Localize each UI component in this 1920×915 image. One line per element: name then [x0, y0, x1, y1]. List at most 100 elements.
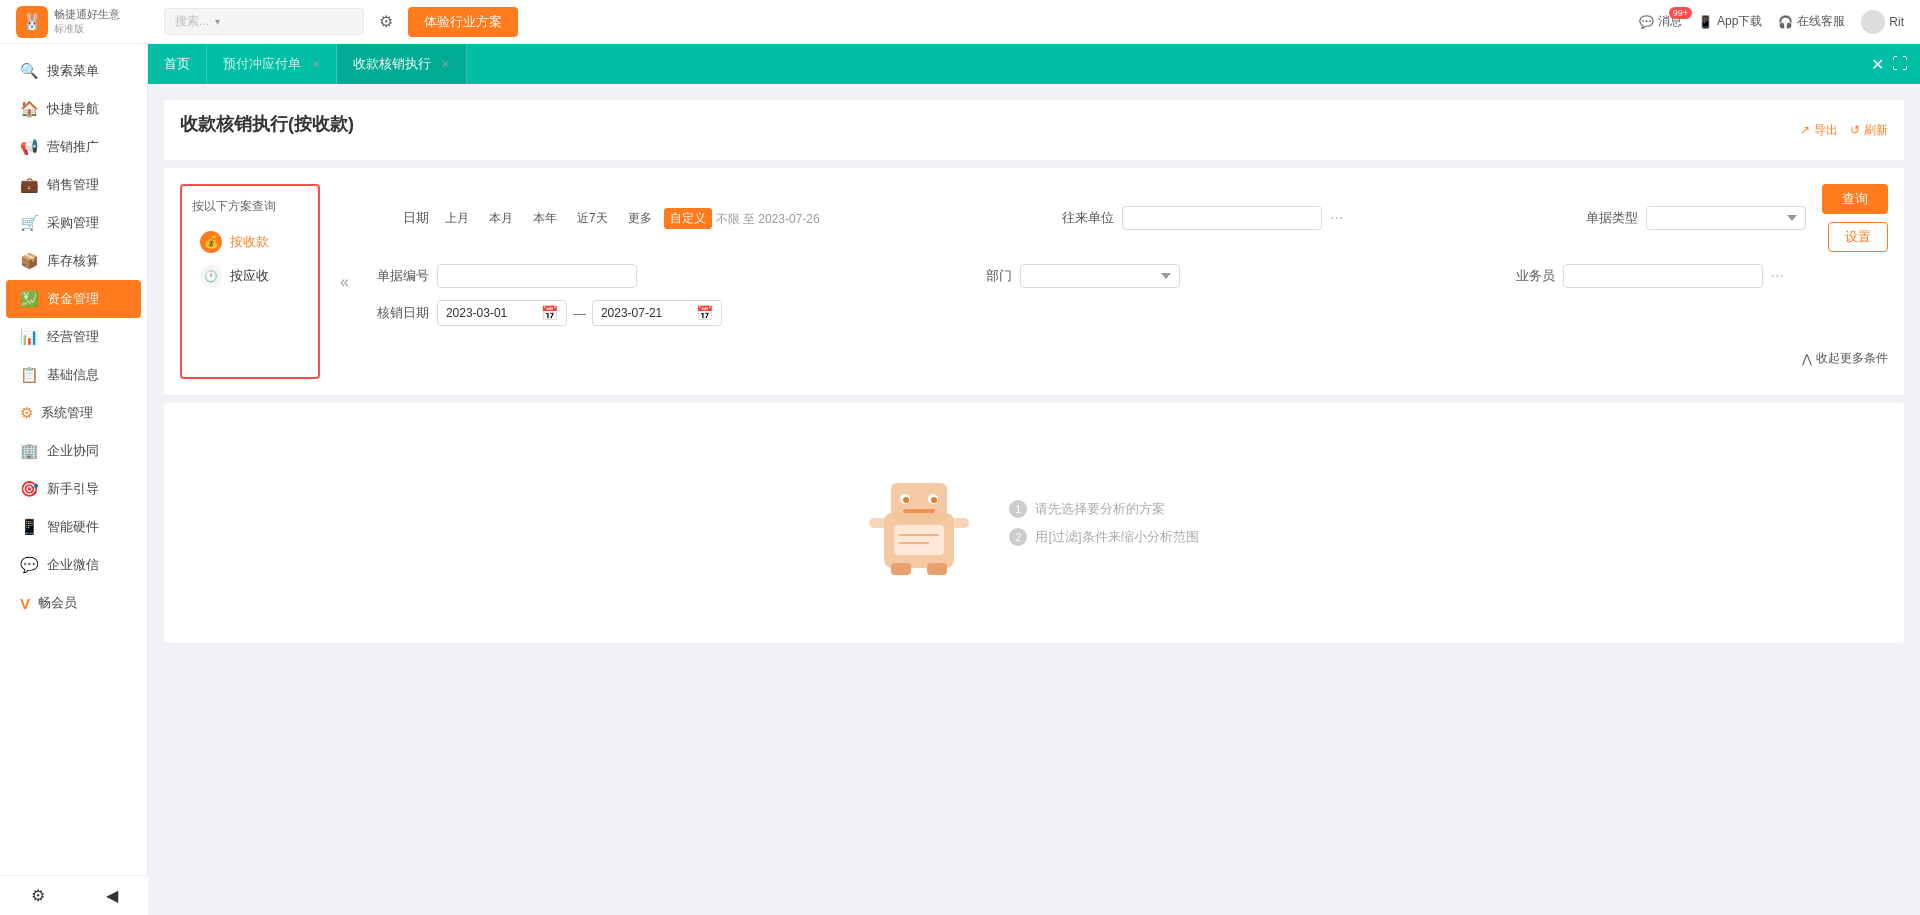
empty-illustration — [869, 463, 969, 583]
collapse-more-button[interactable]: ⋀ 收起更多条件 — [1802, 350, 1888, 367]
cal-end-icon: 📅 — [696, 305, 713, 321]
top-bar-right: 💬 消息 99+ 📱 App下载 🎧 在线客服 Rit — [1639, 10, 1904, 34]
writeoff-start-date[interactable]: 2023-03-01 📅 — [437, 300, 567, 326]
filter-row-3: 核销日期 2023-03-01 📅 — 2023-07-21 — [369, 300, 1888, 367]
wechat-icon: 💬 — [20, 556, 39, 574]
date-btn-more[interactable]: 更多 — [620, 208, 660, 229]
filter-row-2: 单据编号 部门 业务员 — [369, 264, 1888, 288]
doc-type-select[interactable] — [1646, 206, 1806, 230]
salesperson-more-icon[interactable]: ··· — [1771, 267, 1784, 285]
filter-panel-title: 按以下方案查询 — [192, 198, 308, 215]
writeoff-end-date[interactable]: 2023-07-21 📅 — [592, 300, 722, 326]
tab-receipt[interactable]: 收款核销执行 ✕ — [337, 44, 467, 84]
collapse-up-icon: ⋀ — [1802, 352, 1812, 366]
svg-rect-10 — [927, 563, 947, 575]
member-icon: V — [20, 595, 30, 612]
date-field: 日期 上月 本月 本年 近7天 更多 自定义 不限 至 2023-07- — [369, 208, 820, 229]
sidebar-item-basic[interactable]: 📋 基础信息 — [0, 356, 147, 394]
sales-icon: 💼 — [20, 176, 39, 194]
writeoff-date-label: 核销日期 — [369, 304, 429, 322]
sidebar-item-hardware[interactable]: 📱 智能硬件 — [0, 508, 147, 546]
date-btn-this-month[interactable]: 本月 — [481, 208, 521, 229]
empty-state: 1 请先选择要分析的方案 2 用[过滤]条件来缩小分析范围 — [164, 403, 1904, 643]
doc-number-input[interactable] — [437, 264, 637, 288]
basic-icon: 📋 — [20, 366, 39, 384]
date-btn-last-month[interactable]: 上月 — [437, 208, 477, 229]
sidebar-item-inventory[interactable]: 📦 库存核算 — [0, 242, 147, 280]
filter-option-receipt[interactable]: 💰 按收款 — [192, 225, 308, 259]
app-download-button[interactable]: 📱 App下载 — [1698, 13, 1762, 30]
export-button[interactable]: ↗ 导出 — [1800, 122, 1838, 139]
counterpart-more-icon[interactable]: ··· — [1330, 209, 1343, 227]
online-service-button[interactable]: 🎧 在线客服 — [1778, 13, 1845, 30]
sidebar-collapse-icon[interactable]: ◀ — [106, 886, 118, 905]
operations-icon: 📊 — [20, 328, 39, 346]
enterprise-icon: 🏢 — [20, 442, 39, 460]
sidebar-item-quicknav[interactable]: 🏠 快捷导航 — [0, 90, 147, 128]
hint-num-1: 1 — [1009, 500, 1027, 518]
tab-controls: ✕ ⛶ — [1871, 44, 1920, 84]
sidebar-item-finance[interactable]: 💹 资金管理 — [6, 280, 141, 318]
guide-icon: 🎯 — [20, 480, 39, 498]
tab-home[interactable]: 首页 — [148, 44, 207, 84]
department-select[interactable] — [1020, 264, 1180, 288]
tab-receipt-close[interactable]: ✕ — [441, 58, 450, 71]
sidebar-item-system[interactable]: ⚙ 系统管理 — [0, 394, 147, 432]
empty-hints: 1 请先选择要分析的方案 2 用[过滤]条件来缩小分析范围 — [1009, 500, 1198, 546]
tab-close-all-icon[interactable]: ✕ — [1871, 55, 1884, 74]
filter-row-1: 日期 上月 本月 本年 近7天 更多 自定义 不限 至 2023-07- — [369, 184, 1888, 252]
filter-section: 按以下方案查询 💰 按收款 🕐 按应收 « — [164, 168, 1904, 395]
messages-button[interactable]: 💬 消息 99+ — [1639, 13, 1682, 30]
doc-type-field: 单据类型 — [1578, 206, 1806, 230]
sidebar-item-marketing[interactable]: 📢 营销推广 — [0, 128, 147, 166]
date-dash: — — [573, 306, 586, 321]
date-btn-this-year[interactable]: 本年 — [525, 208, 565, 229]
refresh-button[interactable]: ↺ 刷新 — [1850, 122, 1888, 139]
export-icon: ↗ — [1800, 123, 1810, 137]
salesperson-input[interactable] — [1563, 264, 1763, 288]
tab-advance-close[interactable]: ✕ — [311, 58, 320, 71]
industry-button[interactable]: 体验行业方案 — [408, 7, 518, 37]
finance-icon: 💹 — [20, 290, 39, 308]
sidebar-item-search[interactable]: 🔍 搜索菜单 — [0, 52, 147, 90]
page-title: 收款核销执行(按收款) — [180, 112, 354, 148]
sidebar-item-purchase[interactable]: 🛒 采购管理 — [0, 204, 147, 242]
username: Rit — [1889, 15, 1904, 29]
svg-point-5 — [931, 497, 937, 503]
sidebar-item-member[interactable]: V 畅会员 — [0, 584, 147, 622]
search-box[interactable]: 搜索... ▾ — [164, 8, 364, 35]
user-area[interactable]: Rit — [1861, 10, 1904, 34]
top-bar: 🐰 畅捷通好生意 标准版 搜索... ▾ ⚙ 体验行业方案 💬 消息 99+ 📱… — [0, 0, 1920, 44]
app-edition: 标准版 — [54, 22, 120, 36]
filter-settings-button[interactable]: 设置 — [1828, 222, 1888, 252]
sidebar-settings-icon[interactable]: ⚙ — [31, 886, 45, 905]
sidebar-item-wechat[interactable]: 💬 企业微信 — [0, 546, 147, 584]
tab-advance[interactable]: 预付冲应付单 ✕ — [207, 44, 337, 84]
filter-left-panel: 按以下方案查询 💰 按收款 🕐 按应收 — [180, 184, 320, 379]
svg-rect-6 — [903, 509, 935, 513]
svg-rect-8 — [951, 518, 969, 528]
system-icon: ⚙ — [20, 404, 33, 422]
sidebar-item-operations[interactable]: 📊 经营管理 — [0, 318, 147, 356]
sidebar-item-enterprise[interactable]: 🏢 企业协同 — [0, 432, 147, 470]
date-range-text: 不限 至 2023-07-26 — [716, 212, 820, 226]
date-btn-custom[interactable]: 自定义 — [664, 208, 712, 229]
filter-collapse-arrow[interactable]: « — [332, 273, 357, 291]
tab-receipt-label: 收款核销执行 — [353, 55, 431, 73]
sidebar: 🔍 搜索菜单 🏠 快捷导航 📢 营销推广 💼 销售管理 🛒 采购管理 📦 库存核… — [0, 44, 148, 915]
tab-expand-icon[interactable]: ⛶ — [1892, 55, 1908, 73]
search-icon: 🔍 — [20, 62, 39, 80]
settings-icon[interactable]: ⚙ — [372, 8, 400, 36]
date-btn-7days[interactable]: 近7天 — [569, 208, 616, 229]
sidebar-item-sales[interactable]: 💼 销售管理 — [0, 166, 147, 204]
counterpart-input[interactable] — [1122, 206, 1322, 230]
sidebar-item-guide[interactable]: 🎯 新手引导 — [0, 470, 147, 508]
refresh-icon: ↺ — [1850, 123, 1860, 137]
hint-text-2: 用[过滤]条件来缩小分析范围 — [1035, 528, 1198, 546]
query-button[interactable]: 查询 — [1822, 184, 1888, 214]
writeoff-date-field: 核销日期 2023-03-01 📅 — 2023-07-21 — [369, 300, 722, 326]
page-header: 收款核销执行(按收款) ↗ 导出 ↺ 刷新 — [164, 100, 1904, 160]
filter-option-receivable[interactable]: 🕐 按应收 — [192, 259, 308, 293]
receipt-option-label: 按收款 — [230, 233, 269, 251]
writeoff-date-group: 2023-03-01 📅 — 2023-07-21 📅 — [437, 300, 722, 326]
